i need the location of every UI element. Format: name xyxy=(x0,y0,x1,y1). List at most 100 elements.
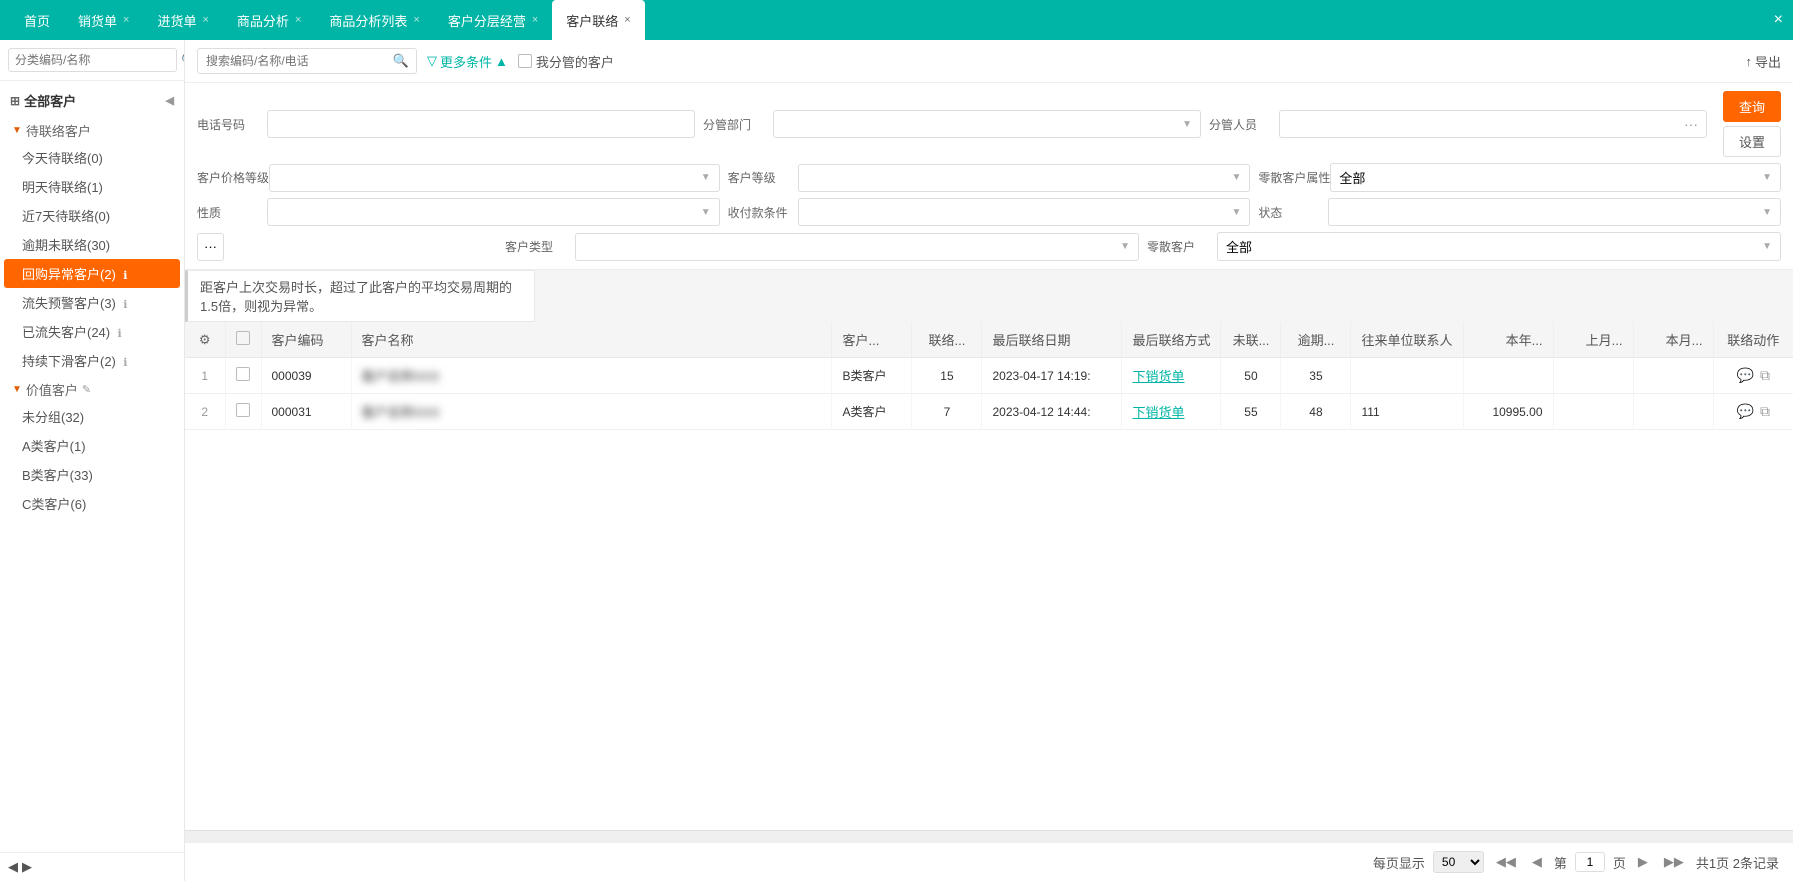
cell-thismonth xyxy=(1633,358,1713,394)
window-close-icon[interactable]: × xyxy=(1774,11,1783,29)
prev-page-button[interactable]: ◀ xyxy=(1528,852,1546,872)
phone-input[interactable] xyxy=(267,110,695,138)
sidebar-item-declining[interactable]: 持续下滑客户(2) ℹ xyxy=(0,346,184,375)
sidebar-item-churn-warning[interactable]: 流失预警客户(3) ℹ xyxy=(0,288,184,317)
dots-icon[interactable]: ··· xyxy=(1684,116,1698,132)
chat-icon[interactable]: 💬 xyxy=(1737,403,1754,420)
row-checkbox[interactable] xyxy=(236,403,250,417)
cell-year: 10995.00 xyxy=(1463,394,1553,430)
gender-select[interactable]: ▼ xyxy=(267,198,720,226)
query-button[interactable]: 查询 xyxy=(1723,91,1781,122)
more-conditions-button[interactable]: ▽ 更多条件 ▲ xyxy=(427,52,508,71)
field-phone: 电话号码 xyxy=(197,110,695,138)
next-page-button[interactable]: ▶ xyxy=(1634,852,1652,872)
nav-customer-contact[interactable]: 客户联络 × xyxy=(552,0,644,40)
my-customer-checkbox[interactable]: 我分管的客户 xyxy=(518,52,614,71)
edit-icon[interactable]: ✎ xyxy=(82,383,91,396)
cell-lastmonth xyxy=(1553,394,1633,430)
payment-select[interactable]: ▼ xyxy=(798,198,1251,226)
settings-button[interactable]: 设置 xyxy=(1723,126,1781,157)
row-checkbox[interactable] xyxy=(236,367,250,381)
filter-row-4: ··· 客户类型 ▼ 零散客户 全部 ▼ xyxy=(197,232,1781,261)
sidebar-item-overdue[interactable]: 逾期未联络(30) xyxy=(0,230,184,259)
expand-icon: ▼ xyxy=(12,125,22,136)
filter-actions: 查询 设置 xyxy=(1723,91,1781,157)
sidebar-item-class-c[interactable]: C类客户(6) xyxy=(0,489,184,518)
action-icons: 💬 ⧉ xyxy=(1724,403,1784,420)
price-level-select[interactable]: ▼ xyxy=(269,164,720,192)
sidebar-item-class-a[interactable]: A类客户(1) xyxy=(0,431,184,460)
caret-down-icon: ▼ xyxy=(1762,241,1772,252)
last-way-link[interactable]: 下销货单 xyxy=(1132,369,1184,384)
sidebar-item-today[interactable]: 今天待联络(0) xyxy=(0,143,184,172)
cell-check[interactable] xyxy=(225,358,261,394)
caret-down-icon: ▼ xyxy=(1762,172,1772,183)
nav-customer-segment[interactable]: 客户分层经营 × xyxy=(434,0,552,40)
status-select[interactable]: ▼ xyxy=(1328,198,1781,226)
sidebar-item-repurchase-anomaly[interactable]: 回购异常客户(2) ℹ xyxy=(4,259,180,288)
cell-last-way[interactable]: 下销货单 xyxy=(1122,358,1221,394)
customer-type-select[interactable]: ▼ xyxy=(575,233,1139,261)
nav-sales-order[interactable]: 销货单 × xyxy=(64,0,143,40)
branch-person-select[interactable]: ··· xyxy=(1279,110,1707,138)
th-checkbox[interactable] xyxy=(225,322,261,358)
nav-close-product-analysis[interactable]: × xyxy=(295,14,301,26)
last-page-button[interactable]: ▶▶ xyxy=(1660,852,1688,872)
sidebar-item-ungrouped[interactable]: 未分组(32) xyxy=(0,402,184,431)
nav-product-analysis-list[interactable]: 商品分析列表 × xyxy=(315,0,433,40)
nav-purchase-order[interactable]: 进货单 × xyxy=(143,0,222,40)
horizontal-scrollbar[interactable] xyxy=(185,830,1793,842)
table-container[interactable]: ⚙ 客户编码 客户名称 客户... xyxy=(185,322,1793,830)
export-icon: ↑ xyxy=(1745,54,1752,69)
sidebar-bottom-nav[interactable]: ◀ ▶ xyxy=(0,852,184,881)
cell-type: B类客户 xyxy=(832,358,912,394)
nav-home[interactable]: 首页 xyxy=(10,0,64,40)
field-price-level: 客户价格等级 ▼ xyxy=(197,164,720,192)
first-page-button[interactable]: ◀◀ xyxy=(1492,852,1520,872)
cell-last-way[interactable]: 下销货单 xyxy=(1122,394,1221,430)
sidebar-item-tomorrow[interactable]: 明天待联络(1) xyxy=(0,172,184,201)
cell-check[interactable] xyxy=(225,394,261,430)
sidebar-item-7days[interactable]: 近7天待联络(0) xyxy=(0,201,184,230)
nav-close-customer-segment[interactable]: × xyxy=(532,14,538,26)
chat-icon[interactable]: 💬 xyxy=(1737,367,1754,384)
column-settings-icon[interactable]: ⚙ xyxy=(199,332,211,347)
caret-up-icon: ▲ xyxy=(495,54,508,69)
select-all-checkbox[interactable] xyxy=(236,331,250,345)
filter-row-2: 客户价格等级 ▼ 客户等级 ▼ 零散客户属性 全部 xyxy=(197,163,1781,192)
th-year: 本年... xyxy=(1463,322,1553,358)
th-liaison: 往来单位联系人 xyxy=(1351,322,1463,358)
nav-close-purchase-order[interactable]: × xyxy=(202,14,208,26)
cell-lastmonth xyxy=(1553,358,1633,394)
page-number-input[interactable] xyxy=(1575,852,1605,872)
sidebar-item-class-b[interactable]: B类客户(33) xyxy=(0,460,184,489)
link-icon[interactable]: ⧉ xyxy=(1760,403,1770,420)
sidebar-search-input[interactable] xyxy=(8,48,177,72)
customer-level-select[interactable]: ▼ xyxy=(798,164,1251,192)
sidebar-group-value[interactable]: ▼ 价值客户 ✎ xyxy=(0,375,184,402)
sidebar-group-pending[interactable]: ▼ 待联络客户 xyxy=(0,116,184,143)
retail-customer-select[interactable]: 全部 ▼ xyxy=(1217,232,1781,261)
th-last-date: 最后联络日期 xyxy=(982,322,1122,358)
table-row: 1 000039 客户名称XXX B类客户 15 2023-04-17 14:1… xyxy=(185,358,1793,394)
nav-close-sales-order[interactable]: × xyxy=(123,14,129,26)
link-icon[interactable]: ⧉ xyxy=(1760,367,1770,384)
export-button[interactable]: ↑ 导出 xyxy=(1745,52,1781,71)
nav-product-analysis[interactable]: 商品分析 × xyxy=(223,0,315,40)
retail-attr-select[interactable]: 全部 ▼ xyxy=(1330,163,1781,192)
nav-close-customer-contact[interactable]: × xyxy=(624,14,630,26)
cell-name: 客户名称XXX xyxy=(351,394,832,430)
content-area: 🔍 ▽ 更多条件 ▲ 我分管的客户 ↑ 导出 电话号码 xyxy=(185,40,1793,881)
sidebar-item-churned[interactable]: 已流失客户(24) ℹ xyxy=(0,317,184,346)
cell-last-date: 2023-04-17 14:19: xyxy=(982,358,1122,394)
th-settings[interactable]: ⚙ xyxy=(185,322,225,358)
more-dots-field[interactable]: ··· xyxy=(197,233,224,261)
nav-close-product-analysis-list[interactable]: × xyxy=(413,14,419,26)
sidebar-collapse-icon[interactable]: ◀ xyxy=(166,94,174,107)
last-way-link[interactable]: 下销货单 xyxy=(1132,405,1184,420)
per-page-select[interactable]: 50 100 xyxy=(1433,851,1484,873)
branch-dept-select[interactable]: ▼ xyxy=(773,110,1201,138)
main-search-input[interactable] xyxy=(197,48,417,74)
sidebar-all-customers[interactable]: ⊞ 全部客户 ◀ xyxy=(0,85,184,116)
checkbox-icon[interactable] xyxy=(518,54,532,68)
